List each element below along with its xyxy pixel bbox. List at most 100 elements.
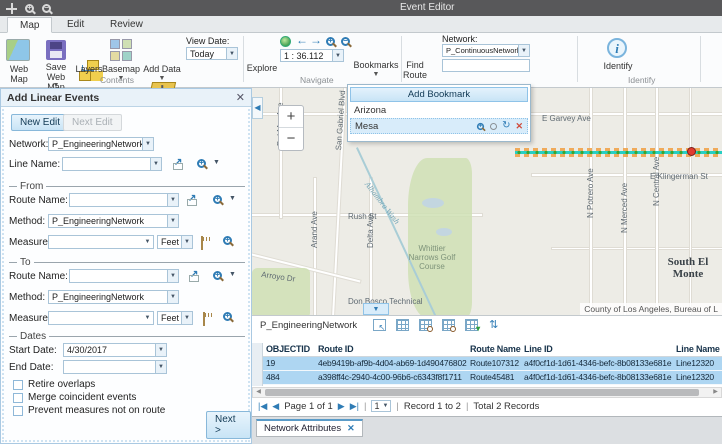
from-measure-input[interactable]: ▼ — [48, 235, 154, 249]
to-method-select[interactable]: P_EngineeringNetwork▼ — [48, 290, 179, 304]
tab-network-attributes[interactable]: Network Attributes ✕ — [256, 419, 363, 437]
table-pan-selected-icon[interactable] — [442, 319, 455, 331]
zoom-out-icon[interactable]: − — [42, 4, 51, 13]
globe-icon[interactable] — [280, 36, 291, 47]
basemap-label[interactable]: Basemap — [100, 64, 142, 74]
next-button[interactable]: Next > — [206, 411, 251, 439]
checkbox[interactable] — [13, 393, 23, 403]
add-data-label[interactable]: Add Data — [141, 64, 183, 74]
zoom-in-map-icon[interactable]: + — [326, 37, 335, 46]
scroll-right-icon[interactable]: ▶ — [710, 388, 721, 397]
web-map-label[interactable]: Web Map — [0, 64, 38, 84]
start-date-select[interactable]: 4/30/2017▼ — [63, 343, 167, 357]
map-zoom-out-button[interactable]: − — [279, 128, 303, 150]
to-route-zoom-icon[interactable]: + — [213, 271, 222, 280]
from-route-zoom-icon[interactable]: + — [213, 195, 222, 204]
from-route-zoom-caret[interactable]: ▼ — [229, 195, 236, 202]
row-selector-gutter[interactable] — [252, 343, 263, 386]
tab-map[interactable]: Map — [7, 17, 52, 33]
table-row[interactable]: 194eb9419b-af9b-4d04-ab69-1d490476802bRo… — [263, 357, 722, 371]
identify-label[interactable]: Identify — [600, 61, 636, 71]
column-header[interactable]: Route ID — [315, 343, 467, 356]
bookmark-refresh-icon[interactable]: ↻ — [502, 121, 510, 131]
view-date-select[interactable]: Today▼ — [186, 47, 238, 60]
column-header[interactable]: Line ID — [521, 343, 673, 356]
network-field-select[interactable]: P_EngineeringNetwork▼ — [48, 137, 154, 151]
to-route-name-select[interactable]: ▼ — [69, 269, 179, 283]
from-method-select[interactable]: P_EngineeringNetwork▼ — [48, 214, 179, 228]
from-measure-ruler-icon[interactable] — [201, 236, 203, 250]
scrollbar-thumb[interactable] — [265, 389, 699, 396]
add-data-caret[interactable]: ▼ — [141, 74, 183, 84]
new-edit-button[interactable]: New Edit — [11, 114, 69, 131]
network-select[interactable]: P_ContinuousNetwork▼ — [442, 44, 530, 57]
to-measure-input[interactable]: ▼ — [48, 311, 154, 325]
zoom-out-map-icon[interactable]: − — [341, 37, 350, 46]
table-cell: Line12320 — [673, 357, 722, 370]
column-header[interactable]: Route Name — [467, 343, 521, 356]
from-measure-unit-select[interactable]: Feet▼ — [157, 235, 193, 249]
save-web-map-icon[interactable] — [46, 40, 66, 60]
line-zoom-icon[interactable]: + — [197, 159, 206, 168]
bookmark-item[interactable]: Mesa+↻✕ — [350, 118, 528, 134]
line-zoom-caret[interactable]: ▼ — [213, 159, 220, 166]
table-sort-icon[interactable] — [488, 319, 501, 331]
checkbox-row[interactable]: Retire overlaps — [13, 379, 95, 390]
column-header[interactable]: Line Name — [673, 343, 722, 356]
scroll-left-icon[interactable]: ◀ — [253, 388, 264, 397]
bookmarks-label[interactable]: Bookmarks — [352, 60, 400, 70]
find-route-label[interactable]: Find Route — [394, 60, 436, 80]
identify-icon[interactable]: i — [607, 38, 627, 58]
bookmark-zoom-icon[interactable]: + — [477, 122, 484, 129]
tab-close-icon[interactable]: ✕ — [347, 423, 355, 434]
table-horizontal-scrollbar[interactable]: ◀ ▶ — [252, 387, 722, 398]
checkbox[interactable] — [13, 406, 23, 416]
web-map-icon[interactable] — [6, 39, 30, 61]
pan-icon[interactable] — [6, 3, 17, 14]
from-measure-zoom-icon[interactable]: + — [223, 236, 232, 245]
to-measure-zoom-icon[interactable]: + — [223, 312, 232, 321]
next-page-icon[interactable]: ▶ — [338, 401, 345, 412]
checkbox-row[interactable]: Prevent measures not on route — [13, 405, 165, 416]
to-measure-unit-select[interactable]: Feet▼ — [157, 311, 193, 325]
scale-select[interactable]: 1 : 36.112▼ — [280, 49, 344, 62]
bookmark-delete-icon[interactable]: ✕ — [515, 121, 523, 131]
table-cell: Route45481 — [467, 371, 521, 384]
panel-collapse-arrow[interactable]: ◀ — [252, 97, 263, 119]
zoom-in-icon[interactable]: + — [25, 4, 34, 13]
explore-label[interactable]: Explore — [244, 63, 280, 73]
checkbox[interactable] — [13, 380, 23, 390]
tab-edit[interactable]: Edit — [55, 17, 96, 33]
table-header-row[interactable]: OBJECTIDRoute IDRoute NameLine IDLine Na… — [263, 343, 722, 357]
bookmarks-caret[interactable]: ▼ — [352, 70, 400, 80]
from-route-name-label: Route Name: — [9, 195, 68, 206]
checkbox-row[interactable]: Merge coincident events — [13, 392, 136, 403]
back-arrow-icon[interactable]: ← — [296, 35, 308, 46]
basemap-icon[interactable] — [110, 39, 132, 61]
tab-review[interactable]: Review — [98, 17, 155, 33]
bookmark-item[interactable]: Arizona — [350, 102, 528, 118]
next-edit-button[interactable]: Next Edit — [63, 114, 122, 131]
map-zoom-in-button[interactable]: + — [279, 106, 303, 128]
table-row[interactable]: 484a398ff4c-2940-4c00-96b6-c6343f8f1711R… — [263, 371, 722, 385]
table-export-icon[interactable]: ▾ — [465, 319, 478, 331]
to-route-zoom-caret[interactable]: ▼ — [229, 271, 236, 278]
last-page-icon[interactable]: ▶| — [350, 401, 359, 412]
column-header[interactable]: OBJECTID — [263, 343, 315, 356]
line-name-select[interactable]: ▼ — [62, 157, 162, 171]
first-page-icon[interactable]: |◀ — [258, 401, 267, 412]
table-grid-icon[interactable] — [396, 319, 409, 331]
prev-page-icon[interactable]: ◀ — [272, 401, 279, 412]
route-search-input[interactable] — [442, 59, 530, 72]
forward-arrow-icon[interactable]: → — [310, 35, 322, 46]
bookmark-pan-icon[interactable] — [490, 123, 497, 130]
page-number-select[interactable]: 1▼ — [371, 400, 391, 412]
table-select-icon[interactable] — [373, 319, 386, 331]
table-collapse-arrow[interactable]: ▼ — [363, 303, 389, 315]
panel-close-icon[interactable]: ✕ — [236, 91, 245, 104]
table-zoom-selected-icon[interactable] — [419, 319, 432, 331]
to-measure-ruler-icon[interactable] — [203, 312, 205, 326]
add-bookmark-button[interactable]: Add Bookmark — [350, 87, 528, 102]
from-route-name-select[interactable]: ▼ — [69, 193, 179, 207]
end-date-select[interactable]: ▼ — [63, 360, 167, 374]
